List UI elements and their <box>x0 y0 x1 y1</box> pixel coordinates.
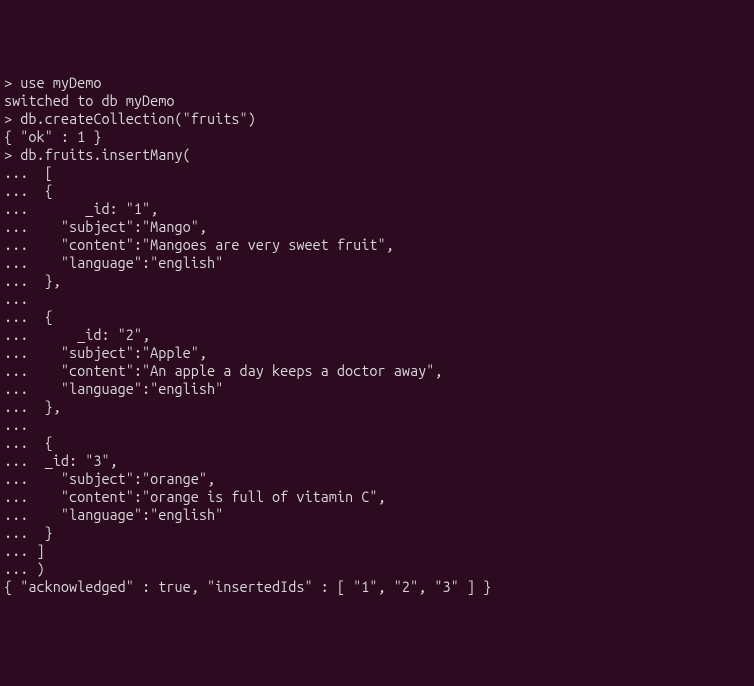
terminal-line: > use myDemo <box>4 74 750 92</box>
terminal-window[interactable]: > use myDemoswitched to db myDemo> db.cr… <box>4 74 750 596</box>
terminal-line: > db.createCollection("fruits") <box>4 110 750 128</box>
terminal-line: ... "subject":"Apple", <box>4 344 750 362</box>
terminal-line: ... "language":"english" <box>4 254 750 272</box>
terminal-line: ... "content":"orange is full of vitamin… <box>4 488 750 506</box>
terminal-line: ... { <box>4 182 750 200</box>
terminal-line: ... } <box>4 524 750 542</box>
terminal-line: ... "content":"Mangoes are very sweet fr… <box>4 236 750 254</box>
terminal-line: { "acknowledged" : true, "insertedIds" :… <box>4 578 750 596</box>
terminal-line: ... "subject":"Mango", <box>4 218 750 236</box>
terminal-line: ... <box>4 290 750 308</box>
terminal-line: ... "language":"english" <box>4 380 750 398</box>
terminal-line: ... "subject":"orange", <box>4 470 750 488</box>
terminal-line: { "ok" : 1 } <box>4 128 750 146</box>
terminal-line: ... "content":"An apple a day keeps a do… <box>4 362 750 380</box>
terminal-line: ... ) <box>4 560 750 578</box>
terminal-line: ... [ <box>4 164 750 182</box>
terminal-line: ... }, <box>4 272 750 290</box>
terminal-line: ... { <box>4 308 750 326</box>
terminal-line: ... _id: "3", <box>4 452 750 470</box>
terminal-line: ... <box>4 416 750 434</box>
terminal-line: switched to db myDemo <box>4 92 750 110</box>
terminal-line: ... "language":"english" <box>4 506 750 524</box>
terminal-line: ... _id: "2", <box>4 326 750 344</box>
terminal-line: > db.fruits.insertMany( <box>4 146 750 164</box>
terminal-line: ... _id: "1", <box>4 200 750 218</box>
terminal-line: ... }, <box>4 398 750 416</box>
terminal-line: ... { <box>4 434 750 452</box>
terminal-line: ... ] <box>4 542 750 560</box>
